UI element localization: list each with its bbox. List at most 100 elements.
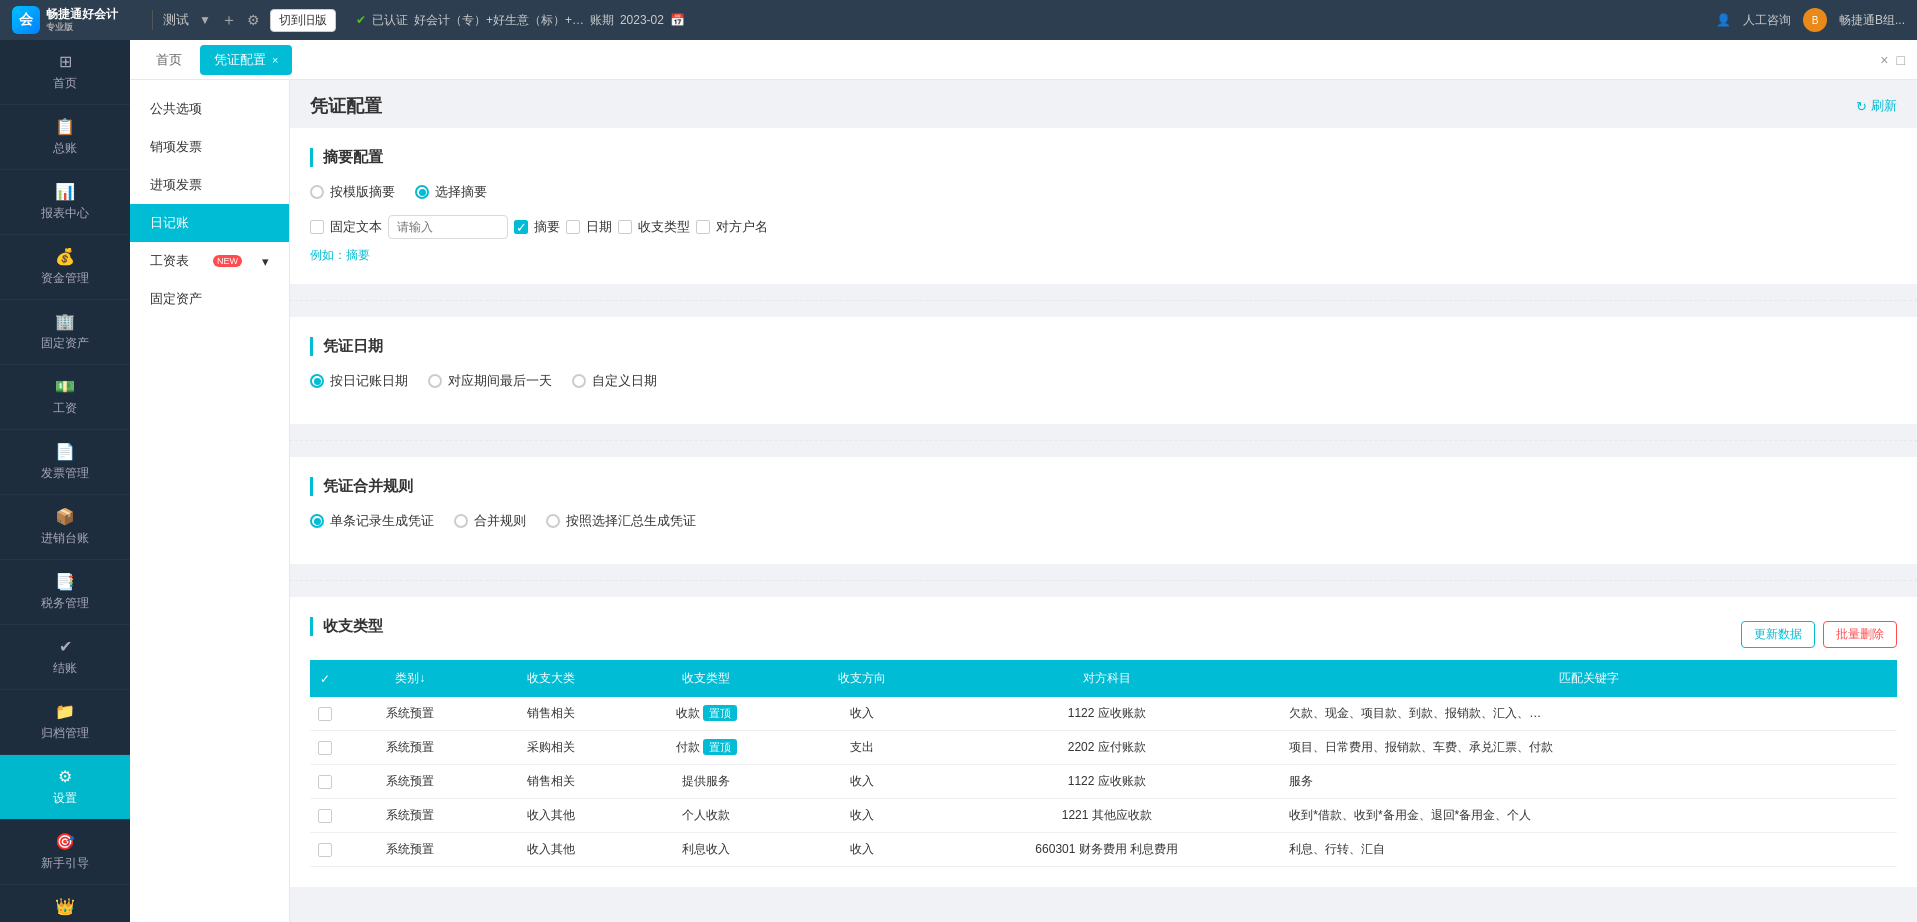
sidebar-item-archive-label: 归档管理 xyxy=(41,725,89,742)
radio-single-dot xyxy=(314,518,321,525)
fixed-text-input[interactable] xyxy=(388,215,508,239)
radio-journal-date[interactable]: 按日记账日期 xyxy=(310,372,408,390)
row-subject: 1221 其他应收款 xyxy=(932,799,1281,833)
certified-label: 已认证 xyxy=(372,12,408,29)
row-direction: 支出 xyxy=(792,731,933,765)
row-checkbox[interactable] xyxy=(318,843,332,857)
period-value: 2023-02 xyxy=(620,13,664,27)
left-nav-public[interactable]: 公共选项 xyxy=(130,90,289,128)
radio-last-day-label: 对应期间最后一天 xyxy=(448,372,552,390)
checkbox-counterpart[interactable]: 对方户名 xyxy=(696,218,768,236)
tab-close-icon[interactable]: × xyxy=(272,54,278,66)
sidebar-item-guide[interactable]: 🎯 新手引导 xyxy=(0,820,130,885)
left-nav-purchase-invoice-label: 进项发票 xyxy=(150,176,202,194)
update-data-button[interactable]: 更新数据 xyxy=(1741,621,1815,648)
merge-section: 凭证合并规则 单条记录生成凭证 合并规则 xyxy=(290,457,1917,564)
table-action-btns: 更新数据 批量删除 xyxy=(1741,621,1897,648)
window-maximize-icon[interactable]: □ xyxy=(1897,52,1905,68)
radio-aggregate[interactable]: 按照选择汇总生成凭证 xyxy=(546,512,696,530)
sidebar-item-ledger[interactable]: 📋 总账 xyxy=(0,105,130,170)
cut-version-button[interactable]: 切到旧版 xyxy=(270,9,336,32)
row-checkbox[interactable] xyxy=(318,707,332,721)
certified-tag: ✔ xyxy=(356,13,366,27)
col-category[interactable]: 类别↓ xyxy=(340,660,481,697)
row-checkbox-cell xyxy=(310,833,340,867)
row-category: 系统预置 xyxy=(340,799,481,833)
sidebar-item-archive[interactable]: 📁 归档管理 xyxy=(0,690,130,755)
topbar: 会 畅捷通好会计 专业版 测试 ▼ ＋ ⚙ 切到旧版 ✔ 已认证 好会计（专）+… xyxy=(0,0,1917,40)
topbar-dropdown-arrow[interactable]: ▼ xyxy=(199,13,211,27)
topbar-add-btn[interactable]: ＋ xyxy=(221,10,237,31)
table-row: 系统预置 采购相关 付款 置顶 支出 2202 应付账款 项目、日常费用、报销款… xyxy=(310,731,1897,765)
invoice-icon: 📄 xyxy=(55,442,75,461)
salary-icon: 💵 xyxy=(55,377,75,396)
consult-label[interactable]: 人工咨询 xyxy=(1743,12,1791,29)
radio-merge-rule[interactable]: 合并规则 xyxy=(454,512,526,530)
sidebar-item-member[interactable]: 👑 畅会员 xyxy=(0,885,130,922)
checkbox-fixed-text-label: 固定文本 xyxy=(330,218,382,236)
sidebar-item-funds[interactable]: 💰 资金管理 xyxy=(0,235,130,300)
checkbox-fixed-text[interactable]: 固定文本 xyxy=(310,218,382,236)
left-nav-salary[interactable]: 工资表 NEW ▾ xyxy=(130,242,289,280)
type-tag[interactable]: 置顶 xyxy=(703,739,737,755)
topbar-test-label: 测试 xyxy=(163,11,189,29)
radio-select-summary[interactable]: 选择摘要 xyxy=(415,183,487,201)
left-nav-fixed-assets[interactable]: 固定资产 xyxy=(130,280,289,318)
assets-icon: 🏢 xyxy=(55,312,75,331)
checkbox-counterpart-box xyxy=(696,220,710,234)
sidebar-item-invoice[interactable]: 📄 发票管理 xyxy=(0,430,130,495)
checkbox-date[interactable]: 日期 xyxy=(566,218,612,236)
user-name[interactable]: 畅捷通B组... xyxy=(1839,12,1905,29)
left-nav-sales-invoice-label: 销项发票 xyxy=(150,138,202,156)
row-big-type: 收入其他 xyxy=(481,833,622,867)
content-area: 公共选项 销项发票 进项发票 日记账 工资表 NEW ▾ 固定资产 xyxy=(130,80,1917,922)
tab-home[interactable]: 首页 xyxy=(142,45,196,75)
topbar-gear-icon[interactable]: ⚙ xyxy=(247,12,260,28)
tabbar-actions: × □ xyxy=(1880,52,1905,68)
select-all-checkbox[interactable]: ✓ xyxy=(318,672,332,686)
type-tag[interactable]: 置顶 xyxy=(703,705,737,721)
checkbox-summary[interactable]: ✓ 摘要 xyxy=(514,218,560,236)
row-type: 个人收款 xyxy=(621,799,791,833)
date-section: 凭证日期 按日记账日期 对应期间最后一天 xyxy=(290,317,1917,424)
left-nav-journal[interactable]: 日记账 xyxy=(130,204,289,242)
checkbox-income-type[interactable]: 收支类型 xyxy=(618,218,690,236)
radio-template-summary[interactable]: 按模版摘要 xyxy=(310,183,395,201)
window-close-icon[interactable]: × xyxy=(1880,52,1888,68)
sidebar-item-assets[interactable]: 🏢 固定资产 xyxy=(0,300,130,365)
tab-voucher-config[interactable]: 凭证配置 × xyxy=(200,45,292,75)
summary-radio-group: 按模版摘要 选择摘要 xyxy=(310,183,1897,201)
refresh-button[interactable]: ↻ 刷新 xyxy=(1856,97,1897,115)
page-header: 凭证配置 ↻ 刷新 xyxy=(290,80,1917,128)
income-expense-title: 收支类型 xyxy=(310,617,383,636)
sidebar-item-reports[interactable]: 📊 报表中心 xyxy=(0,170,130,235)
member-icon: 👑 xyxy=(55,897,75,916)
guide-icon: 🎯 xyxy=(55,832,75,851)
left-nav-sales-invoice[interactable]: 销项发票 xyxy=(130,128,289,166)
sidebar-item-close[interactable]: ✔ 结账 xyxy=(0,625,130,690)
row-checkbox[interactable] xyxy=(318,741,332,755)
batch-delete-button[interactable]: 批量删除 xyxy=(1823,621,1897,648)
sidebar-item-home[interactable]: ⊞ 首页 xyxy=(0,40,130,105)
home-icon: ⊞ xyxy=(59,52,72,71)
radio-select-label: 选择摘要 xyxy=(435,183,487,201)
radio-last-day[interactable]: 对应期间最后一天 xyxy=(428,372,552,390)
tab-home-label: 首页 xyxy=(156,52,182,67)
left-nav-purchase-invoice[interactable]: 进项发票 xyxy=(130,166,289,204)
sidebar-item-tax[interactable]: 📑 税务管理 xyxy=(0,560,130,625)
row-checkbox-cell xyxy=(310,765,340,799)
right-content: 凭证配置 ↻ 刷新 摘要配置 按模版摘要 xyxy=(290,80,1917,922)
radio-journal-date-dot xyxy=(314,378,321,385)
user-avatar[interactable]: B xyxy=(1803,8,1827,32)
radio-custom-date[interactable]: 自定义日期 xyxy=(572,372,657,390)
row-checkbox[interactable] xyxy=(318,809,332,823)
sidebar-item-stock[interactable]: 📦 进销台账 xyxy=(0,495,130,560)
calendar-icon[interactable]: 📅 xyxy=(670,13,685,27)
merge-radio-group: 单条记录生成凭证 合并规则 按照选择汇总生成凭证 xyxy=(310,512,1897,530)
sidebar-item-settings[interactable]: ⚙ 设置 xyxy=(0,755,130,820)
sidebar-item-salary[interactable]: 💵 工资 xyxy=(0,365,130,430)
row-checkbox[interactable] xyxy=(318,775,332,789)
radio-merge-circle xyxy=(454,514,468,528)
row-type: 利息收入 xyxy=(621,833,791,867)
radio-single-record[interactable]: 单条记录生成凭证 xyxy=(310,512,434,530)
